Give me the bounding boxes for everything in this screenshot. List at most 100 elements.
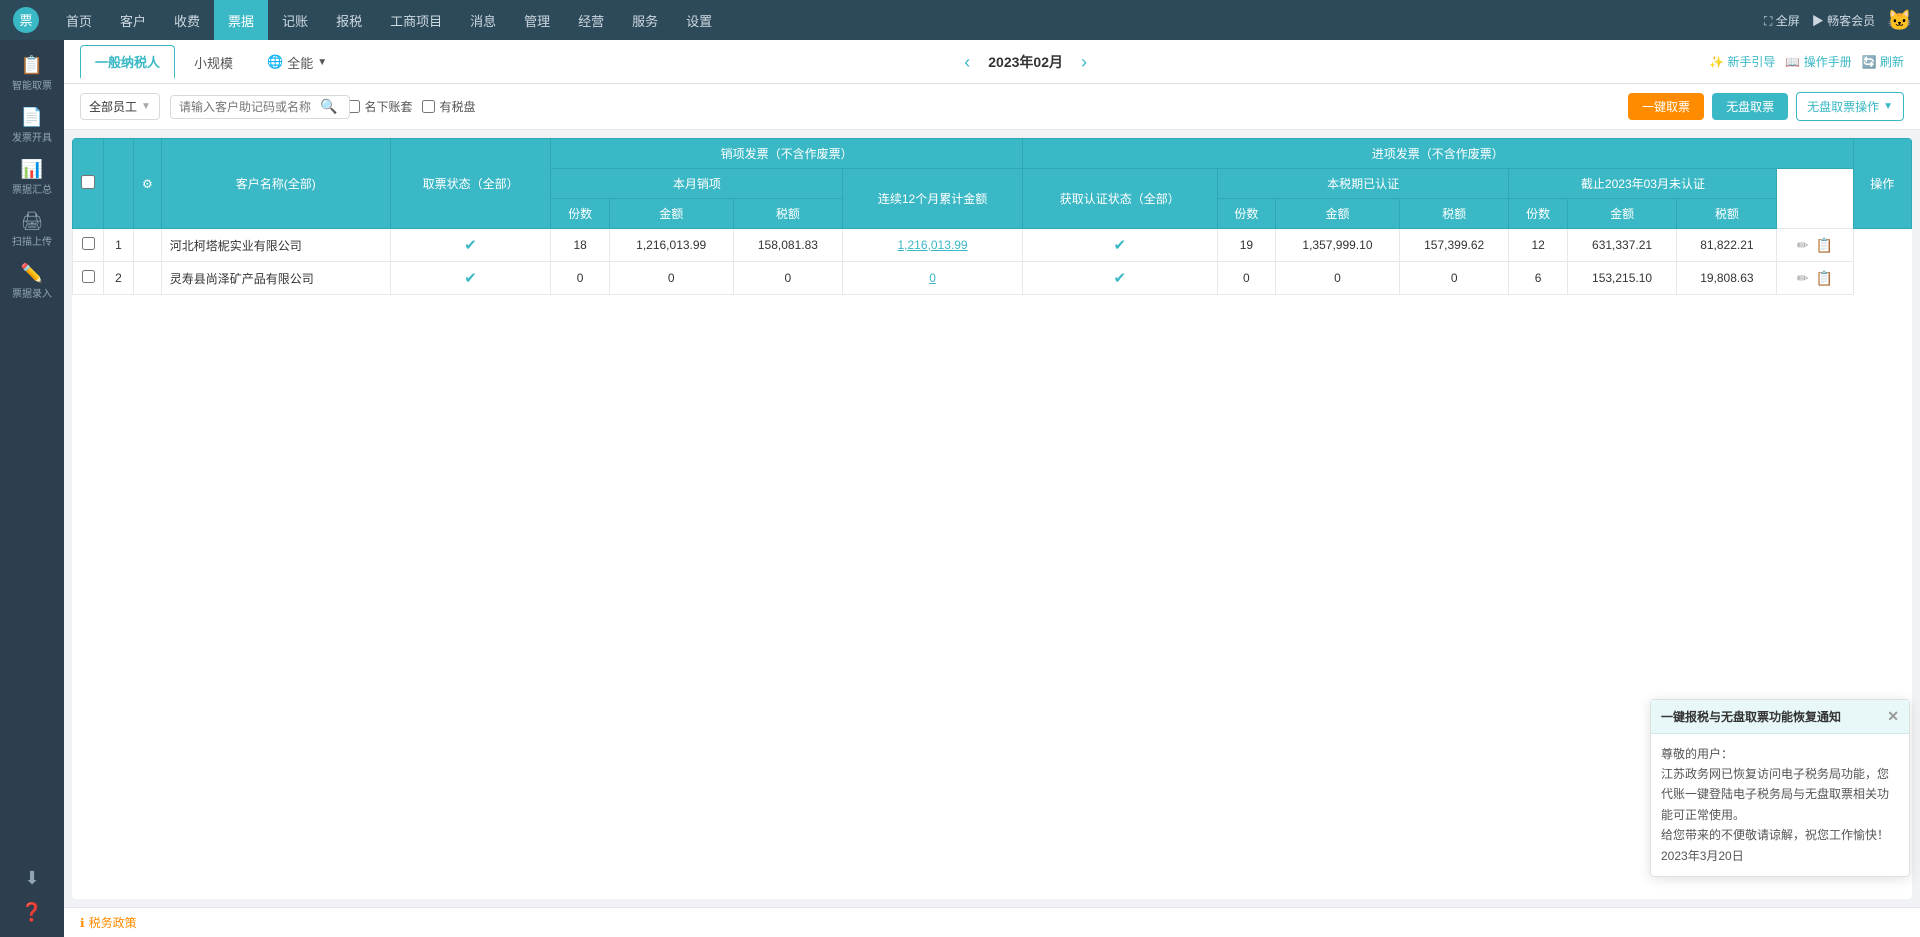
- main-content: 一般纳税人 小规模 🌐 全能 ▼ ‹ 2023年02月 › ✨ 新手引导 📖 操…: [64, 40, 1920, 937]
- row-checkbox-0[interactable]: [73, 229, 104, 262]
- col-group-purchase: 进项发票（不含作废票）: [1022, 139, 1853, 169]
- manual-btn[interactable]: 📖 操作手册: [1785, 53, 1851, 70]
- filter-bar: 全部员工 ▼ 🔍 名下账套 有税盘 一键取票 无盘取票 无盘取票操作 ▼: [64, 84, 1920, 130]
- col-checkbox-header[interactable]: [73, 139, 104, 229]
- notification-header: 一键报税与无盘取票功能恢复通知 ✕: [1651, 700, 1909, 734]
- row-checkbox-1[interactable]: [73, 262, 104, 295]
- select-all-checkbox[interactable]: [81, 175, 95, 189]
- row-deadline-count-1: 6: [1509, 262, 1567, 295]
- member-btn[interactable]: ▶ 畅客会员: [1812, 12, 1875, 29]
- sidebar-label-scan-upload: 扫描上传: [12, 233, 52, 248]
- row-period-tax-1: 0: [1399, 262, 1509, 295]
- col-config-header[interactable]: ⚙: [134, 139, 162, 229]
- sidebar-item-data-entry[interactable]: ✏️ 票据录入: [0, 256, 64, 308]
- footer-bar: ℹ 税务政策: [64, 907, 1920, 937]
- nav-message[interactable]: 消息: [456, 0, 510, 40]
- nav-tax[interactable]: 报税: [322, 0, 376, 40]
- current-date: 2023年02月: [988, 52, 1063, 72]
- nav-home[interactable]: 首页: [52, 0, 106, 40]
- filter-right-buttons: 一键取票 无盘取票 无盘取票操作 ▼: [1628, 92, 1904, 121]
- row-edit-icon-0[interactable]: ✏: [1797, 237, 1809, 253]
- nav-service[interactable]: 服务: [618, 0, 672, 40]
- row-action-1: ✏ 📋: [1777, 262, 1853, 295]
- tab-right-actions: ✨ 新手引导 📖 操作手册 🔄 刷新: [1709, 53, 1904, 70]
- data-table-container: ⚙ 客户名称(全部) 取票状态（全部） 销项发票（不含作废票） 进项发票（不含作…: [72, 138, 1912, 899]
- col-status-header: 取票状态（全部）: [390, 139, 551, 229]
- sidebar-label-data-entry: 票据录入: [12, 285, 52, 300]
- employee-select-label: 全部员工: [89, 98, 137, 115]
- search-button[interactable]: 🔍: [320, 98, 337, 115]
- row-edit-icon-1[interactable]: ✏: [1797, 270, 1809, 286]
- sidebar-download[interactable]: ⬇: [0, 861, 64, 895]
- employee-select[interactable]: 全部员工 ▼: [80, 93, 160, 120]
- next-month-btn[interactable]: ›: [1075, 51, 1093, 73]
- tax-disk-checkbox-label[interactable]: 有税盘: [422, 98, 475, 115]
- notification-close-btn[interactable]: ✕: [1887, 708, 1899, 725]
- row-view-icon-0[interactable]: 📋: [1816, 237, 1833, 253]
- invoice-table: ⚙ 客户名称(全部) 取票状态（全部） 销项发票（不含作废票） 进项发票（不含作…: [72, 138, 1912, 295]
- tab-small-scale[interactable]: 小规模: [179, 46, 248, 78]
- nav-right-actions: ⛶ 全屏 ▶ 畅客会员 🐱: [1764, 8, 1912, 33]
- tab-bar: 一般纳税人 小规模 🌐 全能 ▼ ‹ 2023年02月 › ✨ 新手引导 📖 操…: [64, 40, 1920, 84]
- tax-policy-link[interactable]: ℹ 税务政策: [80, 914, 137, 931]
- top-navigation: 票 首页 客户 收费 票据 记账 报税 工商项目 消息 管理 经营 服务 设置 …: [0, 0, 1920, 40]
- prev-month-btn[interactable]: ‹: [958, 51, 976, 73]
- table-row: 2 灵寿县尚泽矿产品有限公司 ✔ 0 0 0 0 ✔ 0 0 0 6 153,2…: [73, 262, 1912, 295]
- row-config-1: [134, 262, 162, 295]
- notification-title: 一键报税与无盘取票功能恢复通知: [1661, 708, 1841, 725]
- fullscreen-btn[interactable]: ⛶ 全屏: [1764, 12, 1800, 29]
- row-month-tax-1: 0: [733, 262, 843, 295]
- col-deadline-tax: 税额: [1677, 199, 1777, 229]
- row-deadline-amount-0: 631,337.21: [1567, 229, 1677, 262]
- nav-bookkeeping[interactable]: 记账: [268, 0, 322, 40]
- one-click-collect-btn[interactable]: 一键取票: [1628, 93, 1704, 120]
- row-month-count-0: 18: [551, 229, 609, 262]
- smart-collect-icon: 📋: [21, 56, 43, 74]
- no-disk-ops-btn[interactable]: 无盘取票操作 ▼: [1796, 92, 1904, 121]
- sidebar-item-invoice-open[interactable]: 📄 发票开具: [0, 100, 64, 152]
- tax-disk-checkbox[interactable]: [422, 100, 435, 113]
- user-avatar[interactable]: 🐱: [1887, 8, 1912, 33]
- sidebar-help[interactable]: ❓: [0, 895, 64, 929]
- row-month-count-1: 0: [551, 262, 609, 295]
- col-deadline-count: 份数: [1509, 199, 1567, 229]
- row-month-tax-0: 158,081.83: [733, 229, 843, 262]
- nav-customer[interactable]: 客户: [106, 0, 160, 40]
- row-deadline-tax-1: 19,808.63: [1677, 262, 1777, 295]
- my-account-checkbox-label[interactable]: 名下账套: [347, 98, 412, 115]
- nav-invoice[interactable]: 票据: [214, 0, 268, 40]
- refresh-btn[interactable]: 🔄 刷新: [1862, 53, 1904, 70]
- notification-popup: 一键报税与无盘取票功能恢复通知 ✕ 尊敬的用户： 江苏政务网已恢复访问电子税务局…: [1650, 699, 1910, 877]
- tab-small-label: 小规模: [194, 53, 233, 72]
- sidebar-item-smart-collect[interactable]: 📋 智能取票: [0, 48, 64, 100]
- sidebar-item-invoice-summary[interactable]: 📊 票据汇总: [0, 152, 64, 204]
- notif-date: 2023年3月20日: [1661, 846, 1899, 866]
- row-status-1: ✔: [390, 262, 551, 295]
- sidebar-item-scan-upload[interactable]: 🖨 扫描上传: [0, 204, 64, 256]
- row-view-icon-1[interactable]: 📋: [1816, 270, 1833, 286]
- scan-upload-icon: 🖨: [21, 212, 44, 230]
- row-period-amount-0: 1,357,999.10: [1276, 229, 1400, 262]
- row-continuous12-1: 0: [843, 262, 1023, 295]
- table-body: 1 河北柯塔柅实业有限公司 ✔ 18 1,216,013.99 158,081.…: [73, 229, 1912, 295]
- employee-select-arrow: ▼: [141, 101, 151, 112]
- sidebar-bottom: ⬇ ❓: [0, 861, 64, 937]
- nav-manage[interactable]: 管理: [510, 0, 564, 40]
- nav-business[interactable]: 工商项目: [376, 0, 456, 40]
- svg-text:票: 票: [19, 13, 32, 28]
- col-continuous12-header: 连续12个月累计金额: [843, 169, 1023, 229]
- tab-general-taxpayer[interactable]: 一般纳税人: [80, 45, 175, 79]
- sidebar: 📋 智能取票 📄 发票开具 📊 票据汇总 🖨 扫描上传 ✏️ 票据录入 ⬇ ❓: [0, 40, 64, 937]
- tab-full[interactable]: 🌐 全能 ▼: [252, 46, 342, 78]
- nav-settings[interactable]: 设置: [672, 0, 726, 40]
- sidebar-label-invoice-summary: 票据汇总: [12, 181, 52, 196]
- new-guide-btn[interactable]: ✨ 新手引导: [1709, 53, 1775, 70]
- row-month-amount-0: 1,216,013.99: [609, 229, 733, 262]
- nav-operation[interactable]: 经营: [564, 0, 618, 40]
- row-period-count-1: 0: [1217, 262, 1275, 295]
- col-deadline-header: 截止2023年03月未认证: [1509, 169, 1777, 199]
- nav-fee[interactable]: 收费: [160, 0, 214, 40]
- row-action-0: ✏ 📋: [1777, 229, 1853, 262]
- row-period-tax-0: 157,399.62: [1399, 229, 1509, 262]
- no-disk-collect-btn[interactable]: 无盘取票: [1712, 93, 1788, 120]
